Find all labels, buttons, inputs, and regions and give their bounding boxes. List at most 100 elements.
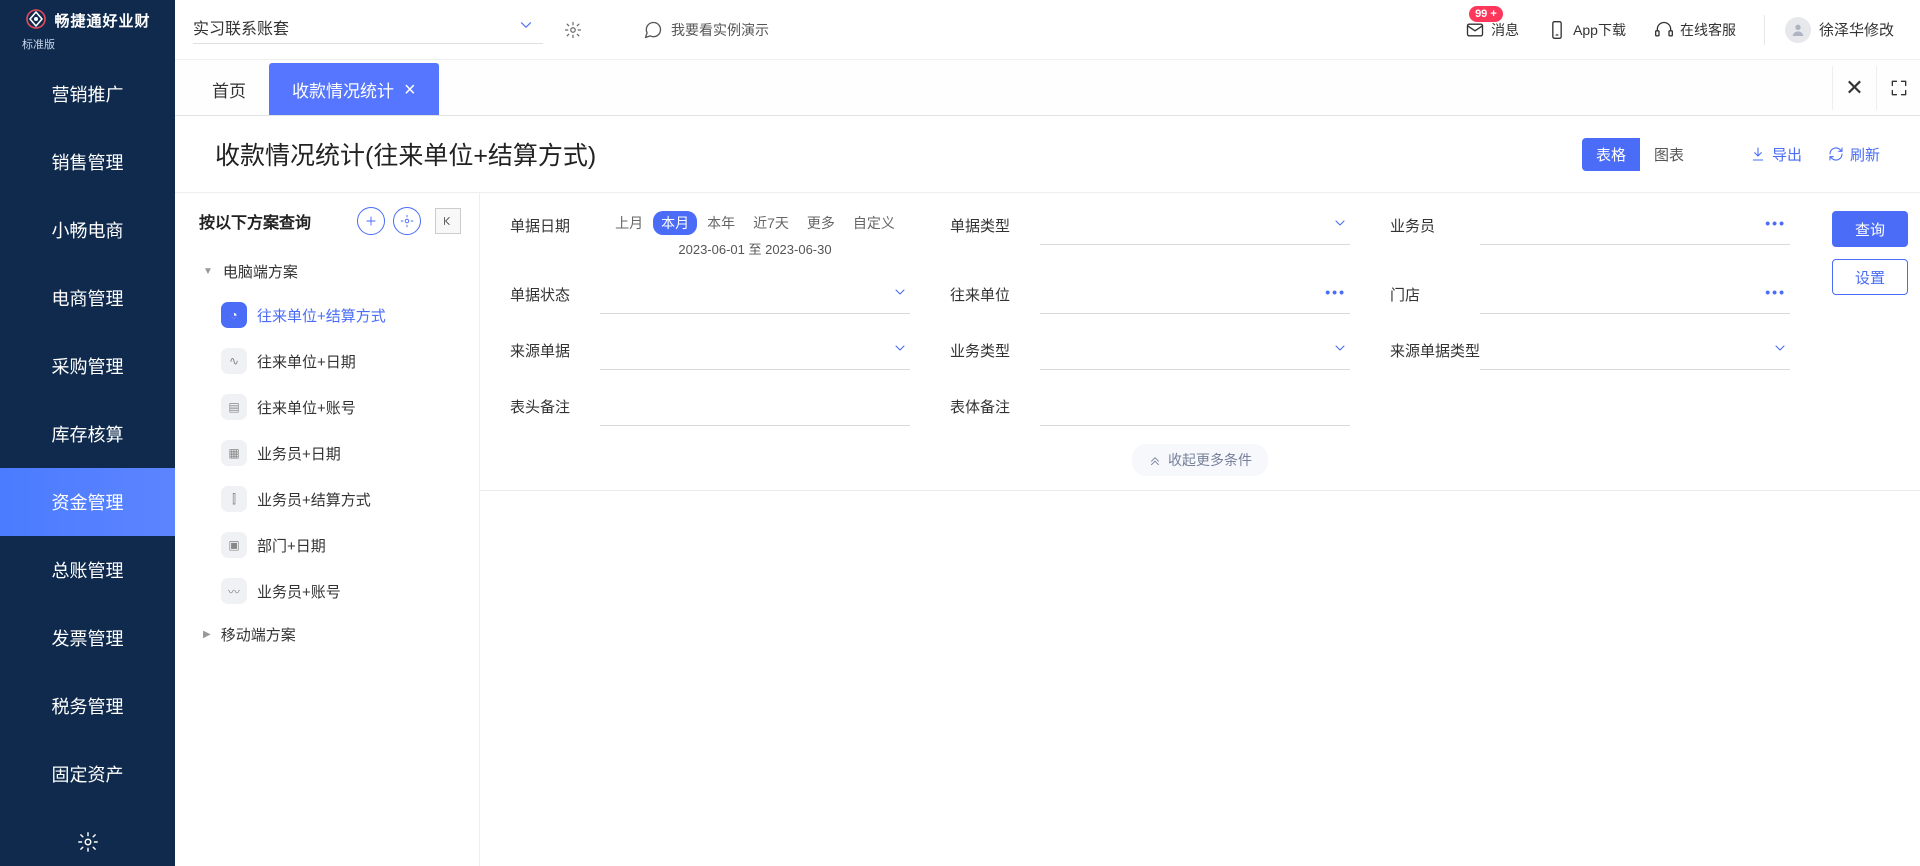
- filter-biz-type-label: 业务类型: [950, 336, 1040, 361]
- collapse-scheme-panel-button[interactable]: [435, 208, 461, 234]
- export-button[interactable]: 导出: [1750, 144, 1802, 165]
- filter-source-doc-type-label: 来源单据类型: [1390, 336, 1480, 361]
- logo-title: 畅捷通好业财: [54, 10, 150, 31]
- filter-doc-status-input[interactable]: [600, 280, 910, 314]
- user-avatar[interactable]: [1785, 17, 1811, 43]
- scheme-item-6[interactable]: 〰业务员+账号: [203, 568, 461, 614]
- sidebar-item-funds[interactable]: 资金管理: [0, 468, 175, 536]
- more-icon[interactable]: •••: [1765, 284, 1786, 300]
- date-presets: 上月 本月 本年 近7天 更多 自定义: [607, 211, 903, 235]
- sidebar-item-marketing[interactable]: 营销推广: [0, 60, 175, 128]
- messages-label: 消息: [1491, 20, 1519, 40]
- filter-header-remark-input[interactable]: [600, 392, 910, 426]
- demo-link-label: 我要看实例演示: [671, 20, 769, 40]
- account-settings-button[interactable]: [563, 20, 583, 40]
- add-scheme-button[interactable]: [357, 207, 385, 235]
- scheme-item-label: 业务员+日期: [257, 443, 341, 464]
- tab-receipt-stats[interactable]: 收款情况统计 ×: [269, 63, 439, 115]
- sidebar-item-ledger[interactable]: 总账管理: [0, 536, 175, 604]
- collapse-conditions-button[interactable]: 收起更多条件: [1132, 444, 1268, 476]
- scheme-item-2[interactable]: ▤往来单位+账号: [203, 384, 461, 430]
- filter-body-remark-input[interactable]: [1040, 392, 1350, 426]
- messages-button[interactable]: 99 + 消息: [1465, 20, 1519, 40]
- scheme-settings-button[interactable]: [393, 207, 421, 235]
- date-preset-custom[interactable]: 自定义: [845, 211, 903, 235]
- tab-home[interactable]: 首页: [189, 63, 269, 115]
- filter-salesman-input[interactable]: •••: [1480, 211, 1790, 245]
- scheme-item-4[interactable]: ⫿业务员+结算方式: [203, 476, 461, 522]
- scheme-group-desktop-label: 电脑端方案: [223, 261, 298, 282]
- scheme-item-3[interactable]: ▦业务员+日期: [203, 430, 461, 476]
- chevron-down-icon[interactable]: [892, 284, 908, 303]
- app-download-button[interactable]: App下载: [1547, 20, 1626, 40]
- date-preset-this-month[interactable]: 本月: [653, 211, 697, 235]
- date-preset-7days[interactable]: 近7天: [745, 211, 797, 235]
- refresh-button[interactable]: 刷新: [1828, 144, 1880, 165]
- scheme-tree: ▼ 电脑端方案 ◔往来单位+结算方式 ∿往来单位+日期 ▤往来单位+账号 ▦业务…: [175, 245, 479, 655]
- more-icon[interactable]: •••: [1325, 284, 1346, 300]
- filter-source-doc-type-input[interactable]: [1480, 336, 1790, 370]
- filter-salesman: 业务员 •••: [1390, 211, 1790, 245]
- close-all-tabs-button[interactable]: ✕: [1832, 66, 1876, 110]
- sidebar-item-tax[interactable]: 税务管理: [0, 672, 175, 740]
- settings-button[interactable]: 设置: [1832, 259, 1908, 295]
- scheme-item-label: 部门+日期: [257, 535, 326, 556]
- tab-home-label: 首页: [212, 77, 246, 102]
- sidebar: 营销推广 销售管理 小畅电商 电商管理 采购管理 库存核算 资金管理 总账管理 …: [0, 60, 175, 866]
- demo-link[interactable]: 我要看实例演示: [643, 20, 769, 40]
- chevron-down-icon[interactable]: [1332, 215, 1348, 234]
- account-select[interactable]: 实习联系账套: [193, 15, 543, 44]
- filter-source-doc: 来源单据: [510, 336, 910, 370]
- result-area: [480, 490, 1920, 866]
- filter-partner-input[interactable]: •••: [1040, 280, 1350, 314]
- date-preset-prev-month[interactable]: 上月: [607, 211, 651, 235]
- close-icon[interactable]: ×: [404, 80, 416, 100]
- filter-source-doc-label: 来源单据: [510, 336, 600, 361]
- filter-doc-type-input[interactable]: [1040, 211, 1350, 245]
- chevron-down-icon: ▼: [203, 266, 213, 277]
- view-toggle-chart[interactable]: 图表: [1640, 138, 1698, 171]
- tab-row: 首页 收款情况统计 × ✕: [175, 60, 1920, 116]
- fullscreen-button[interactable]: [1876, 66, 1920, 110]
- sidebar-item-ecommerce[interactable]: 电商管理: [0, 264, 175, 332]
- filter-date: 单据日期 上月 本月 本年 近7天 更多 自定义 2023-06-01 至 20…: [510, 211, 910, 258]
- date-preset-more[interactable]: 更多: [799, 211, 843, 235]
- scheme-group-mobile[interactable]: ▶ 移动端方案: [203, 614, 461, 655]
- filter-source-doc-input[interactable]: [600, 336, 910, 370]
- sidebar-item-sales[interactable]: 销售管理: [0, 128, 175, 196]
- query-button[interactable]: 查询: [1832, 211, 1908, 247]
- date-preset-this-year[interactable]: 本年: [699, 211, 743, 235]
- filter-date-control[interactable]: 上月 本月 本年 近7天 更多 自定义 2023-06-01 至 2023-06…: [600, 211, 910, 258]
- scheme-item-1[interactable]: ∿往来单位+日期: [203, 338, 461, 384]
- more-icon[interactable]: •••: [1765, 215, 1786, 231]
- filter-body-remark-label: 表体备注: [950, 392, 1040, 417]
- scheme-group-desktop[interactable]: ▼ 电脑端方案: [203, 251, 461, 292]
- username-label[interactable]: 徐泽华修改: [1819, 19, 1894, 40]
- view-toggle-table[interactable]: 表格: [1582, 138, 1640, 171]
- chevron-down-icon[interactable]: [1772, 340, 1788, 359]
- page-title: 收款情况统计(往来单位+结算方式): [215, 136, 596, 172]
- page-header: 收款情况统计(往来单位+结算方式) 表格 图表 导出 刷新: [175, 116, 1920, 192]
- sidebar-item-ecommerce-x[interactable]: 小畅电商: [0, 196, 175, 264]
- sidebar-item-purchase[interactable]: 采购管理: [0, 332, 175, 400]
- sidebar-settings-button[interactable]: [0, 818, 175, 866]
- chat-icon: [643, 20, 663, 40]
- scheme-item-0[interactable]: ◔往来单位+结算方式: [203, 292, 461, 338]
- chevron-down-icon[interactable]: [1332, 340, 1348, 359]
- sidebar-item-invoice[interactable]: 发票管理: [0, 604, 175, 672]
- logo-area: 畅捷通好业财 标准版: [0, 0, 175, 60]
- filter-biz-type-input[interactable]: [1040, 336, 1350, 370]
- chevron-down-icon[interactable]: [892, 340, 908, 359]
- chevron-down-icon: [517, 16, 535, 39]
- scheme-item-5[interactable]: ▣部门+日期: [203, 522, 461, 568]
- online-service-button[interactable]: 在线客服: [1654, 20, 1736, 40]
- refresh-icon: [1828, 146, 1844, 162]
- filter-store: 门店 •••: [1390, 280, 1790, 314]
- message-icon: [1465, 20, 1485, 40]
- filter-doc-type: 单据类型: [950, 211, 1350, 245]
- line-icon: 〰: [221, 578, 247, 604]
- sidebar-item-inventory[interactable]: 库存核算: [0, 400, 175, 468]
- sidebar-item-assets[interactable]: 固定资产: [0, 740, 175, 808]
- filter-store-input[interactable]: •••: [1480, 280, 1790, 314]
- filter-grid: 单据日期 上月 本月 本年 近7天 更多 自定义 2023-06-01 至 20…: [510, 211, 1790, 426]
